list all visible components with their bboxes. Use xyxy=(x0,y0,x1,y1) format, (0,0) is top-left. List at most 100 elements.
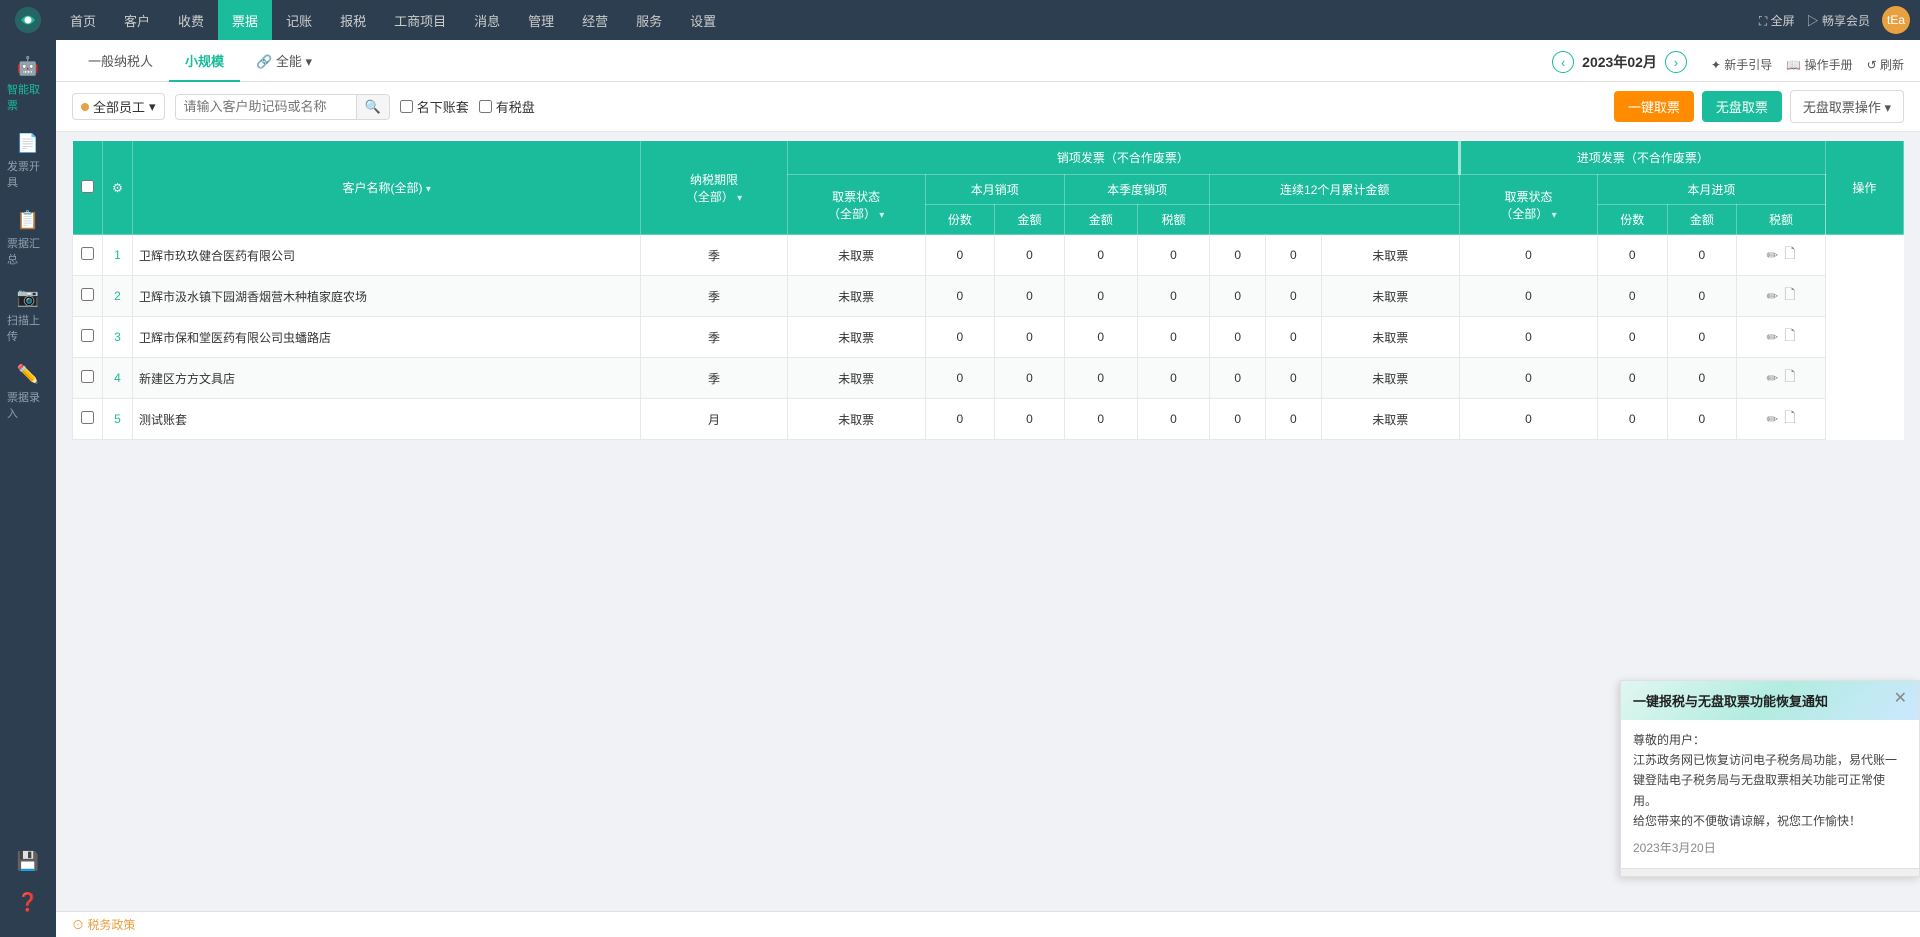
sidebar-item-invoice-open[interactable]: 📄 发票开具 xyxy=(3,125,53,198)
row-checkbox[interactable] xyxy=(81,329,94,342)
row-sale-quarter-amount: 0 xyxy=(1137,276,1210,317)
detail-icon[interactable]: 🗋 xyxy=(1784,366,1795,390)
sale-12month-link[interactable]: 0 xyxy=(1290,412,1297,426)
row-checkbox[interactable] xyxy=(81,370,94,383)
row-purchase-month-amount: 0 xyxy=(1597,317,1667,358)
row-checkbox-cell xyxy=(73,358,103,399)
th-gear[interactable]: ⚙ xyxy=(103,141,133,235)
tab-general-taxpayer[interactable]: 一般纳税人 xyxy=(72,41,169,82)
sidebar-item-scan-upload[interactable]: 📷 扫描上传 xyxy=(3,279,53,352)
row-purchase-month-tax: 0 xyxy=(1667,358,1737,399)
sidebar-item-invoice-summary[interactable]: 📋 票据汇总 xyxy=(3,202,53,275)
nav-customer[interactable]: 客户 xyxy=(110,0,164,40)
no-disk-ticket-btn[interactable]: 无盘取票 xyxy=(1702,91,1782,122)
one-key-ticket-btn[interactable]: 一键取票 xyxy=(1614,91,1694,122)
fullscreen-btn[interactable]: ⛶ 全屏 xyxy=(1759,12,1795,29)
sale-12month-link[interactable]: 0 xyxy=(1290,289,1297,303)
nav-tax[interactable]: 报税 xyxy=(326,0,380,40)
row-checkbox-cell xyxy=(73,399,103,440)
search-input[interactable] xyxy=(176,95,356,118)
th-sale-status: 取票状态（全部） ▾ xyxy=(787,175,925,235)
member-btn[interactable]: ▷ 畅享会员 xyxy=(1807,12,1870,29)
nav-home[interactable]: 首页 xyxy=(56,0,110,40)
edit-icon[interactable]: ✏ xyxy=(1766,247,1778,264)
sidebar-item-download[interactable]: 💾 xyxy=(3,843,53,880)
sale-12month-link[interactable]: 0 xyxy=(1290,330,1297,344)
th-sale-quarter-amount: 金额 xyxy=(1064,205,1137,235)
sale-quarter-amount-link[interactable]: 0 xyxy=(1170,371,1177,385)
nav-service[interactable]: 服务 xyxy=(622,0,676,40)
sale-quarter-amount-link[interactable]: 0 xyxy=(1170,289,1177,303)
sidebar: 🤖 智能取票 📄 发票开具 📋 票据汇总 📷 扫描上传 ✏️ 票据录入 💾 ❓ xyxy=(0,40,56,937)
sidebar-item-invoice-entry[interactable]: ✏️ 票据录入 xyxy=(3,356,53,429)
select-all-checkbox[interactable] xyxy=(81,180,94,193)
edit-icon[interactable]: ✏ xyxy=(1766,288,1778,305)
row-sale-status: 未取票 xyxy=(787,235,925,276)
tax-policy-link[interactable]: ⊙ 税务政策 xyxy=(72,916,135,933)
customer-filter-icon: ▾ xyxy=(426,184,431,195)
no-disk-ops-btn[interactable]: 无盘取票操作 ▾ xyxy=(1790,90,1904,123)
sidebar-bottom: 💾 ❓ xyxy=(3,843,53,929)
nav-settings[interactable]: 设置 xyxy=(676,0,730,40)
notification-close-btn[interactable]: ✕ xyxy=(1894,691,1907,707)
guide-btn[interactable]: ✦ 新手引导 xyxy=(1711,56,1772,73)
nav-message[interactable]: 消息 xyxy=(460,0,514,40)
detail-icon[interactable]: 🗋 xyxy=(1784,243,1795,267)
detail-icon[interactable]: 🗋 xyxy=(1784,407,1795,431)
th-purchase-month-count: 份数 xyxy=(1597,205,1667,235)
row-checkbox[interactable] xyxy=(81,288,94,301)
row-sale-month-count: 0 xyxy=(925,399,995,440)
avatar[interactable]: tEa xyxy=(1882,6,1910,34)
row-period: 季 xyxy=(641,235,787,276)
sale-12month-link[interactable]: 0 xyxy=(1290,371,1297,385)
detail-icon[interactable]: 🗋 xyxy=(1784,325,1795,349)
sidebar-item-smart-ticket[interactable]: 🤖 智能取票 xyxy=(3,48,53,121)
row-checkbox[interactable] xyxy=(81,411,94,424)
edit-icon[interactable]: ✏ xyxy=(1766,370,1778,387)
row-sale-month-amount: 0 xyxy=(995,317,1065,358)
detail-icon[interactable]: 🗋 xyxy=(1784,284,1795,308)
row-sale-month-amount: 0 xyxy=(995,358,1065,399)
named-account-checkbox[interactable] xyxy=(400,100,413,113)
tab-all-capable[interactable]: 🔗 全能 ▾ xyxy=(240,41,328,82)
invoice-open-icon: 📄 xyxy=(17,133,39,154)
notification-scrollbar[interactable] xyxy=(1621,868,1919,876)
row-sale-status: 未取票 xyxy=(787,317,925,358)
th-checkbox xyxy=(73,141,103,235)
nav-invoice[interactable]: 票据 xyxy=(218,0,272,40)
row-purchase-month-count: 0 xyxy=(1460,399,1598,440)
employee-filter[interactable]: 全部员工 ▾ xyxy=(72,93,165,120)
row-actions: ✏ 🗋 xyxy=(1737,276,1826,317)
sale-quarter-amount-link[interactable]: 0 xyxy=(1170,248,1177,262)
tax-disk-checkbox[interactable] xyxy=(479,100,492,113)
edit-icon[interactable]: ✏ xyxy=(1766,411,1778,428)
edit-icon[interactable]: ✏ xyxy=(1766,329,1778,346)
tab-small-scale[interactable]: 小规模 xyxy=(169,41,240,82)
refresh-btn[interactable]: ↺ 刷新 xyxy=(1867,56,1904,73)
table-row: 3 卫辉市保和堂医药有限公司虫蟠路店 季 未取票 0 0 0 0 0 0 未取票… xyxy=(73,317,1904,358)
sidebar-item-help[interactable]: ❓ xyxy=(3,884,53,921)
period-next-btn[interactable]: › xyxy=(1665,51,1687,73)
named-account-filter[interactable]: 名下账套 xyxy=(400,97,469,116)
sale-12month-link[interactable]: 0 xyxy=(1290,248,1297,262)
row-sale-12month: 0 xyxy=(1265,276,1321,317)
nav-accounting[interactable]: 记账 xyxy=(272,0,326,40)
nav-billing[interactable]: 收费 xyxy=(164,0,218,40)
search-button[interactable]: 🔍 xyxy=(356,95,389,119)
nav-manage[interactable]: 管理 xyxy=(514,0,568,40)
nav-operation[interactable]: 经营 xyxy=(568,0,622,40)
download-icon: 💾 xyxy=(17,851,39,872)
tax-disk-filter[interactable]: 有税盘 xyxy=(479,97,535,116)
row-sale-status: 未取票 xyxy=(787,276,925,317)
th-sale-quarter: 本季度销项 xyxy=(1064,175,1210,205)
row-period: 月 xyxy=(641,399,787,440)
nav-business[interactable]: 工商项目 xyxy=(380,0,460,40)
logo xyxy=(10,2,46,38)
row-checkbox[interactable] xyxy=(81,247,94,260)
row-sale-month-tax: 0 xyxy=(1064,276,1137,317)
sale-quarter-amount-link[interactable]: 0 xyxy=(1170,330,1177,344)
row-sale-12month: 0 xyxy=(1265,317,1321,358)
manual-btn[interactable]: 📖 操作手册 xyxy=(1786,56,1852,73)
sale-quarter-amount-link[interactable]: 0 xyxy=(1170,412,1177,426)
period-prev-btn[interactable]: ‹ xyxy=(1552,51,1574,73)
